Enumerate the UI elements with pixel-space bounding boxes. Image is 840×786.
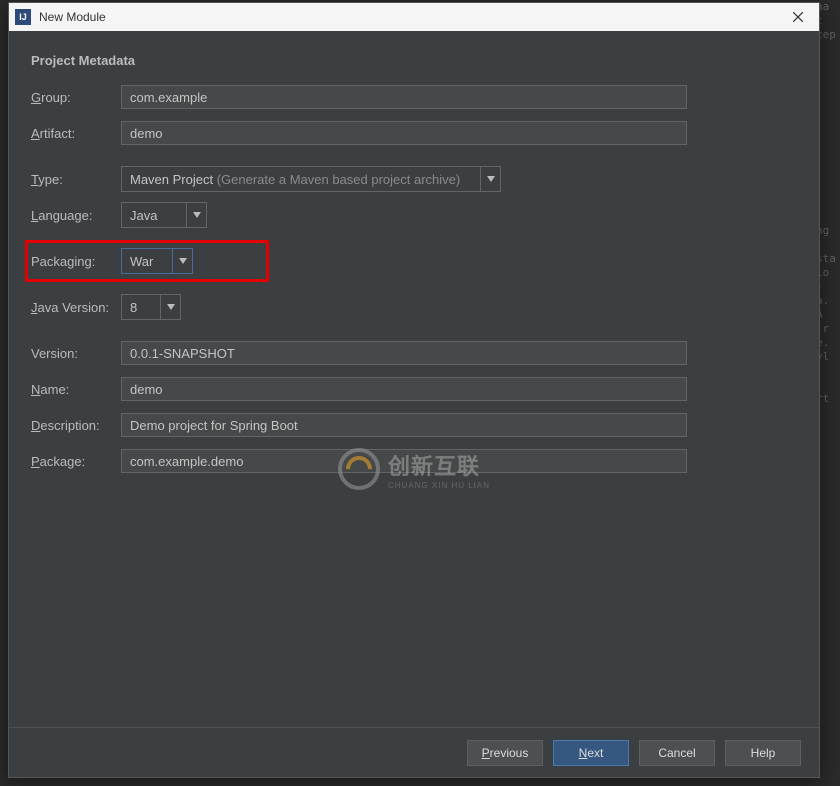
previous-button[interactable]: Previous [467, 740, 543, 766]
dialog-footer: Previous Next Cancel Help [9, 727, 819, 777]
close-button[interactable] [783, 6, 813, 28]
row-package: Package: [31, 448, 797, 474]
artifact-input[interactable] [121, 121, 687, 145]
chevron-down-icon [172, 249, 192, 273]
cancel-button[interactable]: Cancel [639, 740, 715, 766]
row-description: Description: [31, 412, 797, 438]
row-artifact: Artifact: [31, 120, 797, 146]
label-package: Package: [31, 454, 121, 469]
row-group: Group: [31, 84, 797, 110]
row-version: Version: [31, 340, 797, 366]
chevron-down-icon [160, 295, 180, 319]
row-java-version: Java Version: 8 [31, 294, 797, 320]
chevron-down-icon [480, 167, 500, 191]
titlebar: IJ New Module [9, 3, 819, 31]
version-input[interactable] [121, 341, 687, 365]
label-java-version: Java Version: [31, 300, 121, 315]
help-button[interactable]: Help [725, 740, 801, 766]
row-name: Name: [31, 376, 797, 402]
description-input[interactable] [121, 413, 687, 437]
label-description: Description: [31, 418, 121, 433]
java-version-combo[interactable]: 8 [121, 294, 181, 320]
app-icon: IJ [15, 9, 31, 25]
packaging-combo[interactable]: War [121, 248, 193, 274]
label-version: Version: [31, 346, 121, 361]
next-button[interactable]: Next [553, 740, 629, 766]
package-input[interactable] [121, 449, 687, 473]
label-artifact: Artifact: [31, 126, 121, 141]
section-title: Project Metadata [31, 53, 797, 68]
name-input[interactable] [121, 377, 687, 401]
label-group: Group: [31, 90, 121, 105]
label-name: Name: [31, 382, 121, 397]
watermark-sub: CHUANG XIN HU LIAN [388, 481, 490, 490]
type-combo[interactable]: Maven Project (Generate a Maven based pr… [121, 166, 501, 192]
language-combo[interactable]: Java [121, 202, 207, 228]
row-packaging: Packaging: War [31, 248, 797, 274]
dialog-window: IJ New Module Project Metadata Group: Ar… [8, 2, 820, 778]
label-language: Language: [31, 208, 121, 223]
close-icon [793, 12, 803, 22]
label-packaging: Packaging: [31, 254, 121, 269]
chevron-down-icon [186, 203, 206, 227]
row-type: Type: Maven Project (Generate a Maven ba… [31, 166, 797, 192]
window-title: New Module [39, 10, 783, 24]
group-input[interactable] [121, 85, 687, 109]
dialog-content: Project Metadata Group: Artifact: Type: … [9, 31, 819, 727]
row-language: Language: Java [31, 202, 797, 228]
label-type: Type: [31, 172, 121, 187]
